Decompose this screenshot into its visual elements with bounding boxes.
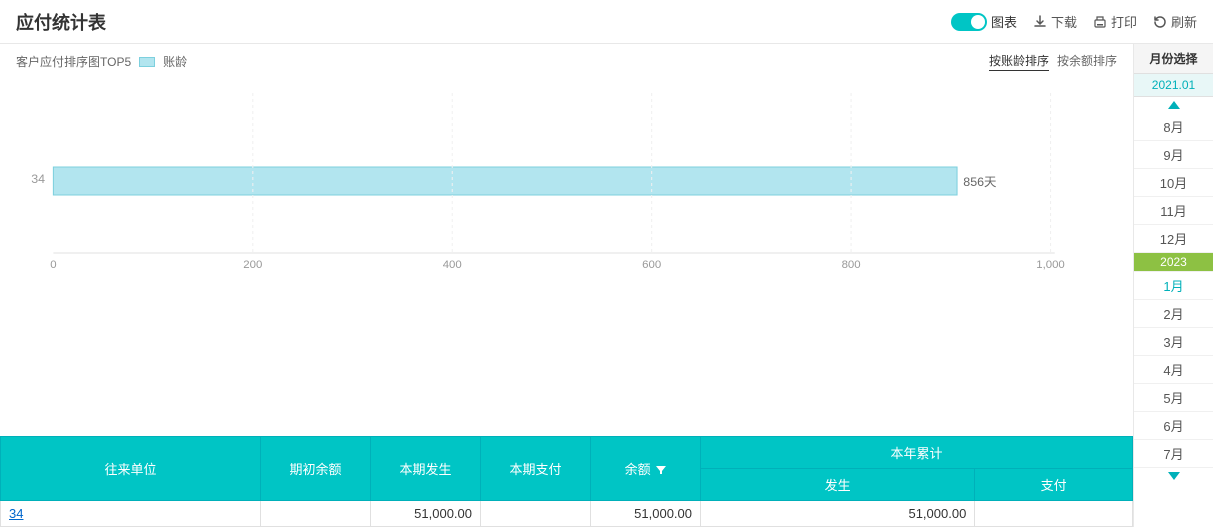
legend-box-label: 账龄 (163, 53, 187, 70)
chart-wrapper: 34 856天 0 200 400 600 800 1,000 (0, 79, 1133, 436)
sidebar: 月份选择 2021.01 8月 9月 10月 11月 12月 2023 1月 2… (1133, 44, 1213, 527)
sort-by-amount-button[interactable]: 按余额排序 (1057, 52, 1117, 71)
legend-color-box (139, 57, 155, 67)
th-current-pay: 本期支付 (481, 437, 591, 501)
chart-toggle-container: 图表 (951, 12, 1017, 31)
sidebar-header: 月份选择 (1134, 44, 1213, 74)
main-content: 客户应付排序图TOP5 账龄 按账龄排序 按余额排序 34 856天 (0, 44, 1213, 527)
svg-text:600: 600 (642, 259, 661, 271)
unit-link[interactable]: 34 (9, 506, 23, 521)
sidebar-down-nav[interactable] (1134, 468, 1213, 484)
sidebar-month-3[interactable]: 3月 (1134, 328, 1213, 356)
sidebar-month-4[interactable]: 4月 (1134, 356, 1213, 384)
td-unit: 34 (1, 501, 261, 527)
th-ytd-pay: 支付 (975, 469, 1133, 501)
sidebar-month-1[interactable]: 1月 (1134, 272, 1213, 300)
sidebar-up-nav[interactable] (1134, 97, 1213, 113)
print-icon (1093, 15, 1107, 29)
sidebar-month-2[interactable]: 2月 (1134, 300, 1213, 328)
sort-buttons: 按账龄排序 按余额排序 (989, 52, 1117, 71)
sidebar-month-6[interactable]: 6月 (1134, 412, 1213, 440)
chart-header: 客户应付排序图TOP5 账龄 按账龄排序 按余额排序 (0, 44, 1133, 79)
sidebar-month-7[interactable]: 7月 (1134, 440, 1213, 468)
bar-chart-svg: 34 856天 0 200 400 600 800 1,000 (16, 83, 1117, 283)
sidebar-month-5[interactable]: 5月 (1134, 384, 1213, 412)
th-current-occur: 本期发生 (371, 437, 481, 501)
th-balance: 余额 (591, 437, 701, 501)
sidebar-current-date[interactable]: 2021.01 (1134, 74, 1213, 97)
chart-toggle[interactable] (951, 13, 987, 31)
svg-text:200: 200 (243, 259, 262, 271)
chevron-down-icon (1168, 472, 1180, 480)
sidebar-month-8[interactable]: 8月 (1134, 113, 1213, 141)
sidebar-year-2023: 2023 (1134, 253, 1213, 272)
sort-by-age-button[interactable]: 按账龄排序 (989, 52, 1049, 71)
filter-icon[interactable] (656, 464, 666, 474)
chart-legend: 客户应付排序图TOP5 账龄 (16, 53, 187, 70)
td-ytd-occur: 51,000.00 (701, 501, 975, 527)
chart-label: 图表 (991, 12, 1017, 31)
th-opening: 期初余额 (261, 437, 371, 501)
download-icon (1033, 15, 1047, 29)
svg-text:1,000: 1,000 (1036, 259, 1065, 271)
svg-text:856天: 856天 (963, 175, 996, 189)
chevron-up-icon (1168, 101, 1180, 109)
td-current-occur: 51,000.00 (371, 501, 481, 527)
th-ytd-group: 本年累计 (701, 437, 1133, 469)
th-unit: 往来单位 (1, 437, 261, 501)
table-row: 34 51,000.00 5 (1, 501, 1133, 527)
sidebar-month-9[interactable]: 9月 (1134, 141, 1213, 169)
sidebar-month-10[interactable]: 10月 (1134, 169, 1213, 197)
page-title: 应付统计表 (16, 9, 106, 35)
legend-text: 客户应付排序图TOP5 (16, 53, 131, 70)
refresh-icon (1153, 15, 1167, 29)
svg-text:0: 0 (50, 259, 56, 271)
td-current-pay (481, 501, 591, 527)
download-button[interactable]: 下载 (1033, 12, 1077, 31)
td-balance: 51,000.00 (591, 501, 701, 527)
table-area: 往来单位 期初余额 本期发生 本期支付 (0, 436, 1133, 527)
app-container: 应付统计表 图表 下载 打印 (0, 0, 1213, 527)
th-ytd-occur: 发生 (701, 469, 975, 501)
refresh-button[interactable]: 刷新 (1153, 12, 1197, 31)
sidebar-month-11[interactable]: 11月 (1134, 197, 1213, 225)
svg-text:400: 400 (443, 259, 462, 271)
svg-text:34: 34 (31, 172, 45, 186)
header-actions: 图表 下载 打印 刷新 (951, 12, 1197, 31)
data-table: 往来单位 期初余额 本期发生 本期支付 (0, 436, 1133, 527)
header: 应付统计表 图表 下载 打印 (0, 0, 1213, 44)
svg-text:800: 800 (842, 259, 861, 271)
sidebar-month-12[interactable]: 12月 (1134, 225, 1213, 253)
chart-area: 客户应付排序图TOP5 账龄 按账龄排序 按余额排序 34 856天 (0, 44, 1133, 527)
td-ytd-pay (975, 501, 1133, 527)
td-opening (261, 501, 371, 527)
print-button[interactable]: 打印 (1093, 12, 1137, 31)
